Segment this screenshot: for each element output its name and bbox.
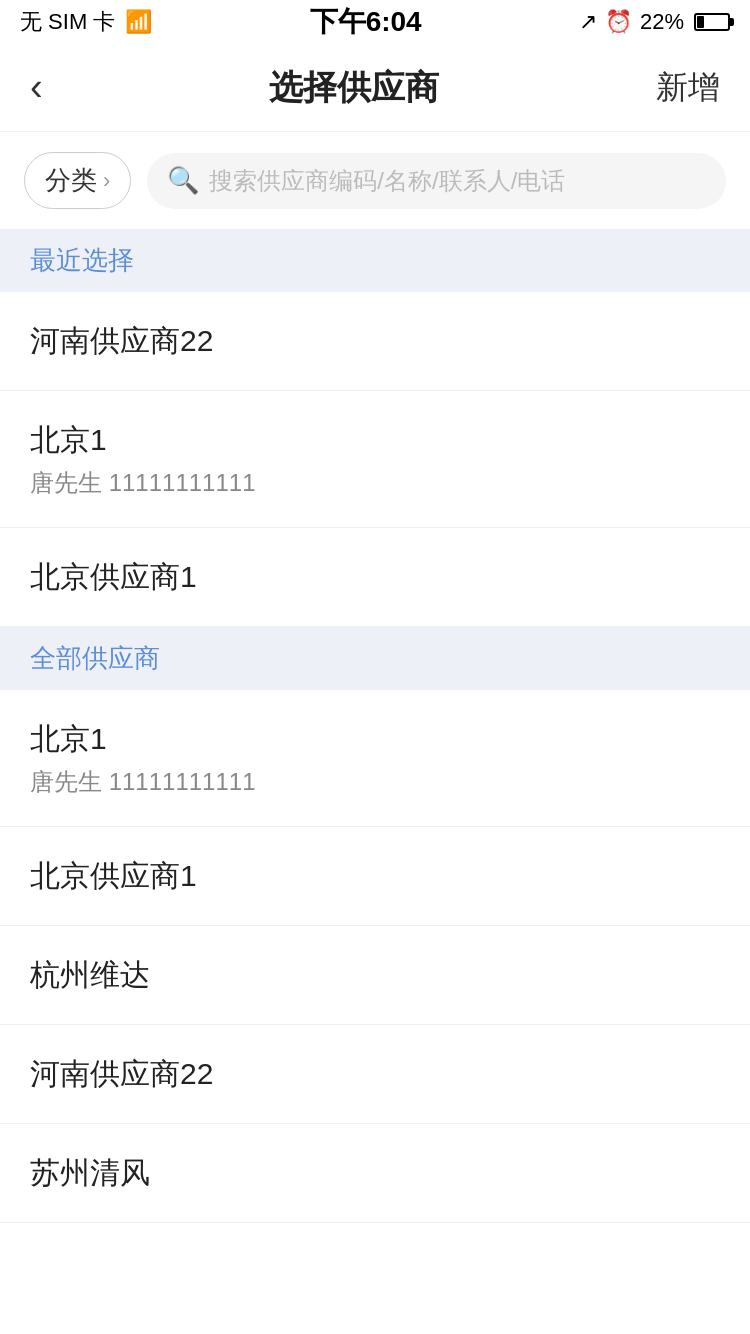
all-list-item[interactable]: 北京1 唐先生 11111111111	[0, 690, 750, 827]
recent-list-item[interactable]: 北京供应商1	[0, 528, 750, 627]
recent-list-item[interactable]: 北京1 唐先生 11111111111	[0, 391, 750, 528]
recent-section-label: 最近选择	[30, 245, 134, 275]
item-name: 河南供应商22	[30, 1053, 720, 1095]
filter-bar: 分类 › 🔍 搜索供应商编码/名称/联系人/电话	[0, 132, 750, 229]
item-name: 北京供应商1	[30, 855, 720, 897]
search-box[interactable]: 🔍 搜索供应商编码/名称/联系人/电话	[147, 153, 726, 209]
no-sim-text: 无 SIM 卡	[20, 7, 115, 37]
nav-bar: ‹ 选择供应商 新增	[0, 44, 750, 132]
all-list-item[interactable]: 河南供应商22	[0, 1025, 750, 1124]
item-sub: 唐先生 11111111111	[30, 766, 720, 798]
category-label: 分类	[45, 163, 97, 198]
status-right: ↗ ⏰ 22%	[579, 9, 730, 35]
chevron-right-icon: ›	[103, 168, 110, 194]
recent-items-list: 河南供应商22 北京1 唐先生 11111111111 北京供应商1	[0, 292, 750, 627]
item-sub: 唐先生 11111111111	[30, 467, 720, 499]
item-name: 北京1	[30, 419, 720, 461]
search-placeholder: 搜索供应商编码/名称/联系人/电话	[209, 165, 565, 197]
all-list-item[interactable]: 苏州清风	[0, 1124, 750, 1223]
search-icon: 🔍	[167, 165, 199, 196]
battery-icon	[694, 13, 730, 31]
all-section-header: 全部供应商	[0, 627, 750, 690]
item-name: 杭州维达	[30, 954, 720, 996]
all-section-label: 全部供应商	[30, 643, 160, 673]
item-name: 北京1	[30, 718, 720, 760]
all-list-item[interactable]: 杭州维达	[0, 926, 750, 1025]
status-bar: 无 SIM 卡 📶 下午6:04 ↗ ⏰ 22%	[0, 0, 750, 44]
item-name: 北京供应商1	[30, 556, 720, 598]
page-title: 选择供应商	[269, 65, 439, 111]
location-icon: ↗	[579, 9, 597, 35]
status-time: 下午6:04	[310, 3, 422, 41]
all-list-item[interactable]: 北京供应商1	[0, 827, 750, 926]
add-button[interactable]: 新增	[656, 66, 720, 110]
alarm-icon: ⏰	[605, 9, 632, 35]
all-items-list: 北京1 唐先生 11111111111 北京供应商1 杭州维达河南供应商22 苏州清风	[0, 690, 750, 1223]
recent-section-header: 最近选择	[0, 229, 750, 292]
back-button[interactable]: ‹	[20, 56, 53, 119]
battery-text: 22%	[640, 9, 684, 35]
recent-list-item[interactable]: 河南供应商22	[0, 292, 750, 391]
item-name: 苏州清风	[30, 1152, 720, 1194]
item-name: 河南供应商22	[30, 320, 720, 362]
category-button[interactable]: 分类 ›	[24, 152, 131, 209]
status-left: 无 SIM 卡 📶	[20, 7, 152, 37]
wifi-icon: 📶	[125, 9, 152, 35]
